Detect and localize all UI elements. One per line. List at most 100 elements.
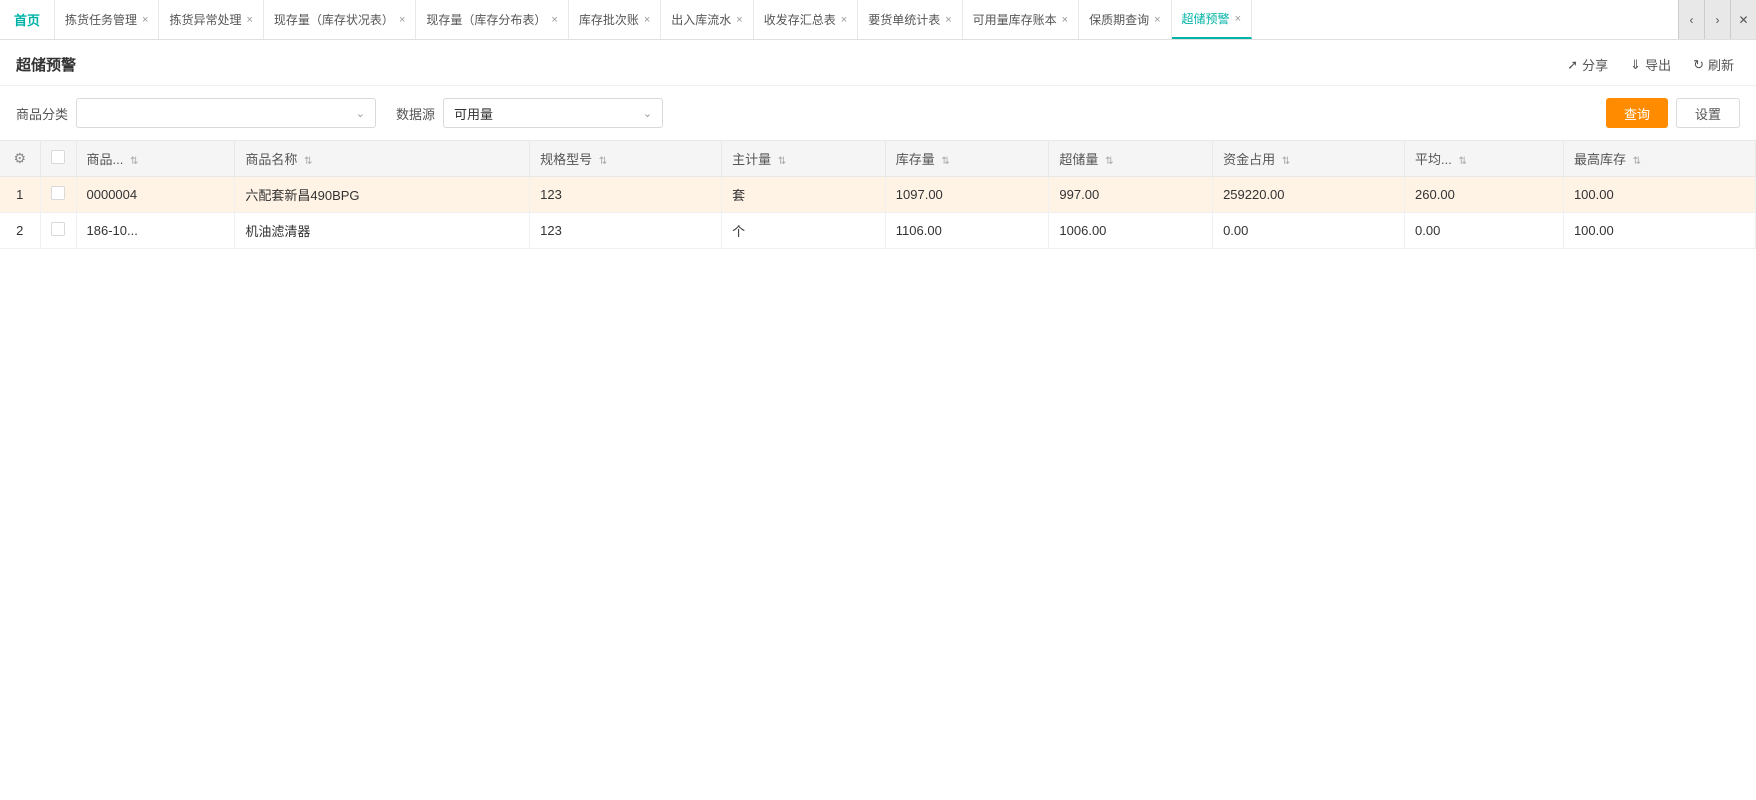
tab-xiancunliang-zhuangkuang[interactable]: 现存量（库存状况表） ×	[264, 0, 416, 39]
row-code: 186-10...	[76, 213, 235, 249]
col-header-name[interactable]: 商品名称 ⇅	[235, 141, 530, 177]
row-index: 1	[0, 177, 40, 213]
row-checkbox-cell[interactable]	[40, 177, 76, 213]
col-header-excess[interactable]: 超储量 ⇅	[1049, 141, 1213, 177]
tab-jianhuorenwu[interactable]: 拣货任务管理 ×	[55, 0, 159, 39]
tab-xiancunliang-fenbiao[interactable]: 现存量（库存分布表） ×	[416, 0, 568, 39]
tab-label: 库存批次账	[579, 11, 639, 28]
page-container: 超储预警 ➚ 分享 ⇓ 导出 ↻ 刷新 商品分类 ⌄ 数据源	[0, 40, 1756, 800]
nav-next-button[interactable]: ›	[1704, 0, 1730, 40]
col-label-excess: 超储量	[1059, 152, 1098, 167]
col-label-name: 商品名称	[245, 152, 297, 167]
tab-close-icon[interactable]: ×	[736, 14, 742, 26]
col-label-unit: 主计量	[732, 152, 771, 167]
share-icon: ➚	[1567, 57, 1578, 73]
category-filter: 商品分类 ⌄	[16, 98, 376, 128]
datasource-label: 数据源	[396, 104, 435, 123]
tab-label: 超储预警	[1182, 10, 1230, 27]
row-spec: 123	[530, 177, 722, 213]
filter-row: 商品分类 ⌄ 数据源 可用量 ⌄ 查询 设置	[0, 86, 1756, 140]
tab-close-icon[interactable]: ×	[246, 14, 252, 26]
tab-label: 保质期查询	[1089, 11, 1149, 28]
share-label: 分享	[1582, 55, 1608, 74]
row-spec: 123	[530, 213, 722, 249]
col-header-settings[interactable]: ⚙	[0, 141, 40, 177]
tab-chaochuyujing[interactable]: 超储预警 ×	[1172, 0, 1252, 39]
row-checkbox[interactable]	[51, 222, 65, 236]
home-label: 首页	[14, 10, 40, 29]
refresh-button[interactable]: ↻ 刷新	[1687, 52, 1740, 77]
nav-close-all-button[interactable]: ✕	[1730, 0, 1756, 40]
row-excess: 997.00	[1049, 177, 1213, 213]
row-capital: 0.00	[1213, 213, 1405, 249]
datasource-select[interactable]: 可用量 ⌄	[443, 98, 663, 128]
sort-icon-unit: ⇅	[778, 156, 786, 167]
sort-icon-max: ⇅	[1633, 156, 1641, 167]
row-max: 100.00	[1563, 213, 1755, 249]
tab-shoufacun[interactable]: 收发存汇总表 ×	[754, 0, 858, 39]
tab-close-icon[interactable]: ×	[945, 14, 951, 26]
row-code: 0000004	[76, 177, 235, 213]
query-button[interactable]: 查询	[1606, 98, 1668, 128]
gear-icon[interactable]: ⚙	[13, 150, 26, 166]
table-row: 2 186-10... 机油滤清器 123 个 1106.00 1006.00 …	[0, 213, 1756, 249]
export-button[interactable]: ⇓ 导出	[1624, 52, 1677, 77]
col-label-avg: 平均...	[1415, 152, 1452, 167]
tab-jianhuo-yichang[interactable]: 拣货异常处理 ×	[159, 0, 263, 39]
datasource-value: 可用量	[454, 104, 493, 123]
chevron-down-icon: ⌄	[356, 107, 365, 120]
export-icon: ⇓	[1630, 57, 1641, 73]
nav-prev-button[interactable]: ‹	[1678, 0, 1704, 40]
col-label-capital: 资金占用	[1223, 152, 1275, 167]
col-header-spec[interactable]: 规格型号 ⇅	[530, 141, 722, 177]
tab-close-icon[interactable]: ×	[841, 14, 847, 26]
col-label-stock: 库存量	[896, 152, 935, 167]
row-stock: 1097.00	[885, 177, 1049, 213]
row-checkbox[interactable]	[51, 186, 65, 200]
col-header-unit[interactable]: 主计量 ⇅	[722, 141, 886, 177]
tab-label: 现存量（库存状况表）	[274, 11, 394, 28]
tab-close-icon[interactable]: ×	[1062, 14, 1068, 26]
home-tab[interactable]: 首页	[0, 0, 55, 39]
settings-button[interactable]: 设置	[1676, 98, 1740, 128]
tab-label: 收发存汇总表	[764, 11, 836, 28]
data-table: ⚙ 商品... ⇅ 商品名称 ⇅ 规格型号 ⇅	[0, 140, 1756, 249]
row-excess: 1006.00	[1049, 213, 1213, 249]
filter-actions: 查询 设置	[1606, 98, 1740, 128]
col-label-spec: 规格型号	[540, 152, 592, 167]
tab-label: 现存量（库存分布表）	[426, 11, 546, 28]
col-header-capital[interactable]: 资金占用 ⇅	[1213, 141, 1405, 177]
col-header-stock[interactable]: 库存量 ⇅	[885, 141, 1049, 177]
tab-yaohuo[interactable]: 要货单统计表 ×	[858, 0, 962, 39]
col-label-max: 最高库存	[1574, 152, 1626, 167]
tab-close-icon[interactable]: ×	[1235, 13, 1241, 25]
col-header-max[interactable]: 最高库存 ⇅	[1563, 141, 1755, 177]
select-all-checkbox[interactable]	[51, 150, 65, 164]
page-title: 超储预警	[16, 54, 76, 75]
tab-close-icon[interactable]: ×	[1154, 14, 1160, 26]
col-header-code[interactable]: 商品... ⇅	[76, 141, 235, 177]
category-select[interactable]: ⌄	[76, 98, 376, 128]
row-capital: 259220.00	[1213, 177, 1405, 213]
category-label: 商品分类	[16, 104, 68, 123]
tab-close-icon[interactable]: ×	[644, 14, 650, 26]
tab-close-icon[interactable]: ×	[399, 14, 405, 26]
share-button[interactable]: ➚ 分享	[1561, 52, 1614, 77]
top-nav: 首页 拣货任务管理 × 拣货异常处理 × 现存量（库存状况表） × 现存量（库存…	[0, 0, 1756, 40]
row-unit: 套	[722, 177, 886, 213]
col-header-avg[interactable]: 平均... ⇅	[1405, 141, 1564, 177]
refresh-icon: ↻	[1693, 57, 1704, 73]
tab-close-icon[interactable]: ×	[142, 14, 148, 26]
sort-icon-code: ⇅	[130, 156, 138, 167]
tab-close-icon[interactable]: ×	[551, 14, 557, 26]
sort-icon-stock: ⇅	[941, 156, 949, 167]
tab-churuku[interactable]: 出入库流水 ×	[661, 0, 753, 39]
row-checkbox-cell[interactable]	[40, 213, 76, 249]
tab-baozhi[interactable]: 保质期查询 ×	[1079, 0, 1171, 39]
row-name: 六配套新昌490BPG	[235, 177, 530, 213]
row-avg: 260.00	[1405, 177, 1564, 213]
tab-keyongliang[interactable]: 可用量库存账本 ×	[963, 0, 1079, 39]
col-header-checkbox[interactable]	[40, 141, 76, 177]
table-body: 1 0000004 六配套新昌490BPG 123 套 1097.00 997.…	[0, 177, 1756, 249]
tab-kucun-pici[interactable]: 库存批次账 ×	[569, 0, 661, 39]
